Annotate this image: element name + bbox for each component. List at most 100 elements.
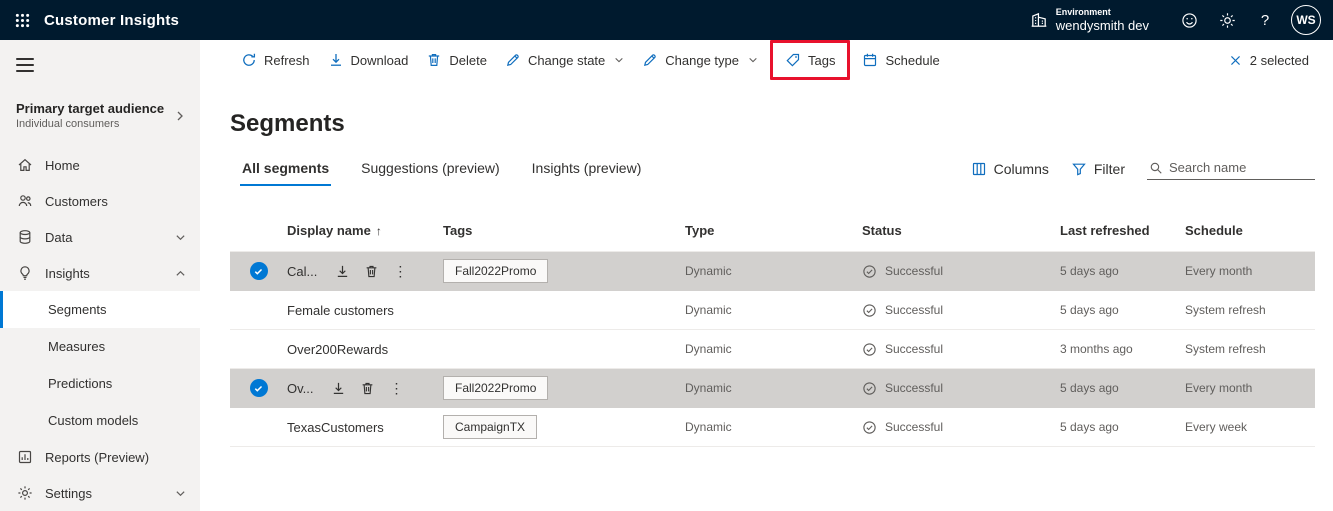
header-type[interactable]: Type (676, 223, 853, 238)
tab-all-segments[interactable]: All segments (230, 152, 341, 186)
lightbulb-icon (17, 265, 33, 281)
chevron-down-icon (748, 55, 758, 65)
last-refreshed: 5 days ago (1060, 420, 1119, 434)
row-select-checkbox[interactable] (230, 291, 278, 329)
table-row[interactable]: Over200Rewards Dynamic Successful 3 mont… (230, 330, 1315, 369)
table-row[interactable]: Ov... ⋮ Fall2022Promo Dynamic Successful… (230, 369, 1315, 408)
header-status[interactable]: Status (853, 223, 1051, 238)
clear-selection-button[interactable]: 2 selected (1229, 53, 1309, 68)
schedule: System refresh (1185, 342, 1266, 356)
segment-type: Dynamic (685, 381, 732, 395)
header-schedule[interactable]: Schedule (1176, 223, 1315, 238)
segment-name: Ov... (287, 380, 314, 396)
sidebar-item-customers[interactable]: Customers (0, 183, 200, 219)
environment-value: wendysmith dev (1055, 18, 1149, 33)
row-select-checkbox[interactable] (230, 408, 278, 446)
audience-title: Primary target audience (16, 101, 165, 116)
feedback-button[interactable] (1177, 8, 1201, 32)
sidebar-item-insights[interactable]: Insights (0, 255, 200, 291)
change-state-button[interactable]: Change state (496, 44, 633, 76)
segment-name: Female customers (287, 302, 394, 318)
more-vertical-icon: ⋮ (389, 380, 404, 396)
sidebar-item-label: Customers (45, 193, 108, 209)
segment-name: Cal... (287, 263, 318, 279)
environment-picker[interactable]: Environment wendysmith dev (1030, 7, 1149, 33)
command-bar: Refresh Download Delete Change state Cha… (200, 40, 1333, 80)
header-last-refreshed[interactable]: Last refreshed (1051, 223, 1176, 238)
sidebar-item-custom-models[interactable]: Custom models (0, 402, 200, 439)
last-refreshed: 5 days ago (1060, 303, 1119, 317)
more-vertical-icon: ⋮ (393, 263, 408, 279)
table-row[interactable]: Cal... ⋮ Fall2022Promo Dynamic Successfu… (230, 252, 1315, 291)
help-button[interactable]: ? (1253, 8, 1277, 32)
row-select-checkbox[interactable] (230, 252, 278, 290)
segment-name: TexasCustomers (287, 419, 384, 435)
filter-icon (1071, 161, 1087, 177)
sidebar-item-reports[interactable]: Reports (Preview) (0, 439, 200, 475)
table-row[interactable]: TexasCustomers CampaignTX Dynamic Succes… (230, 408, 1315, 447)
refresh-button[interactable]: Refresh (232, 44, 319, 76)
schedule: Every week (1185, 420, 1248, 434)
change-type-button[interactable]: Change type (633, 44, 767, 76)
gear-icon (1219, 12, 1236, 29)
row-delete-button[interactable] (358, 379, 377, 398)
sidebar-item-home[interactable]: Home (0, 147, 200, 183)
settings-gear-button[interactable] (1215, 8, 1239, 32)
download-button[interactable]: Download (319, 44, 418, 76)
sidebar-item-label: Custom models (48, 413, 139, 428)
gear-icon (17, 485, 33, 501)
tag-icon (785, 52, 801, 68)
segment-type: Dynamic (685, 420, 732, 434)
tags-button[interactable]: Tags (776, 44, 844, 76)
sidebar-item-predictions[interactable]: Predictions (0, 365, 200, 402)
delete-button[interactable]: Delete (417, 44, 496, 76)
header-tags[interactable]: Tags (434, 223, 676, 238)
table-row[interactable]: Female customers Dynamic Successful 5 da… (230, 291, 1315, 330)
tag-chip[interactable]: CampaignTX (443, 415, 538, 439)
row-more-button[interactable]: ⋮ (391, 262, 409, 280)
app-launcher-button[interactable] (0, 0, 44, 40)
row-select-checkbox[interactable] (230, 330, 278, 368)
tab-suggestions[interactable]: Suggestions (preview) (349, 152, 512, 186)
schedule: System refresh (1185, 303, 1266, 317)
nav-collapse-button[interactable] (0, 40, 50, 86)
row-download-button[interactable] (329, 379, 348, 398)
calendar-icon (862, 52, 878, 68)
sidebar-item-settings[interactable]: Settings (0, 475, 200, 511)
status-success-icon (862, 342, 877, 357)
table-header-row: Display name ↑ Tags Type Status Last ref… (230, 210, 1315, 252)
sidebar-item-segments[interactable]: Segments (0, 291, 200, 328)
user-avatar[interactable]: WS (1291, 5, 1321, 35)
environment-label: Environment (1055, 7, 1111, 17)
tab-insights[interactable]: Insights (preview) (520, 152, 654, 186)
chevron-down-icon (175, 232, 186, 243)
tag-chip[interactable]: Fall2022Promo (443, 259, 549, 283)
status-text: Successful (885, 420, 944, 434)
schedule-button[interactable]: Schedule (853, 44, 948, 76)
status-success-icon (862, 303, 877, 318)
segment-type: Dynamic (685, 303, 732, 317)
tag-chip[interactable]: Fall2022Promo (443, 376, 549, 400)
row-delete-button[interactable] (362, 262, 381, 281)
filter-button[interactable]: Filter (1071, 161, 1125, 177)
search-input[interactable] (1169, 160, 1313, 175)
sidebar-item-measures[interactable]: Measures (0, 328, 200, 365)
columns-button[interactable]: Columns (971, 161, 1049, 177)
status-text: Successful (885, 342, 944, 356)
schedule: Every month (1185, 381, 1253, 395)
header-display-name[interactable]: Display name ↑ (278, 223, 434, 238)
selection-count: 2 selected (1249, 52, 1309, 68)
status-text: Successful (885, 303, 944, 317)
page-title: Segments (230, 110, 345, 137)
row-select-checkbox[interactable] (230, 369, 278, 407)
download-icon (328, 52, 344, 68)
status-text: Successful (885, 381, 944, 395)
audience-selector[interactable]: Primary target audience Individual consu… (0, 86, 200, 131)
search-box (1147, 157, 1315, 180)
row-download-button[interactable] (333, 262, 352, 281)
status-text: Successful (885, 264, 944, 278)
chevron-down-icon (614, 55, 624, 65)
sidebar-item-label: Data (45, 229, 73, 245)
row-more-button[interactable]: ⋮ (387, 379, 405, 397)
sidebar-item-data[interactable]: Data (0, 219, 200, 255)
